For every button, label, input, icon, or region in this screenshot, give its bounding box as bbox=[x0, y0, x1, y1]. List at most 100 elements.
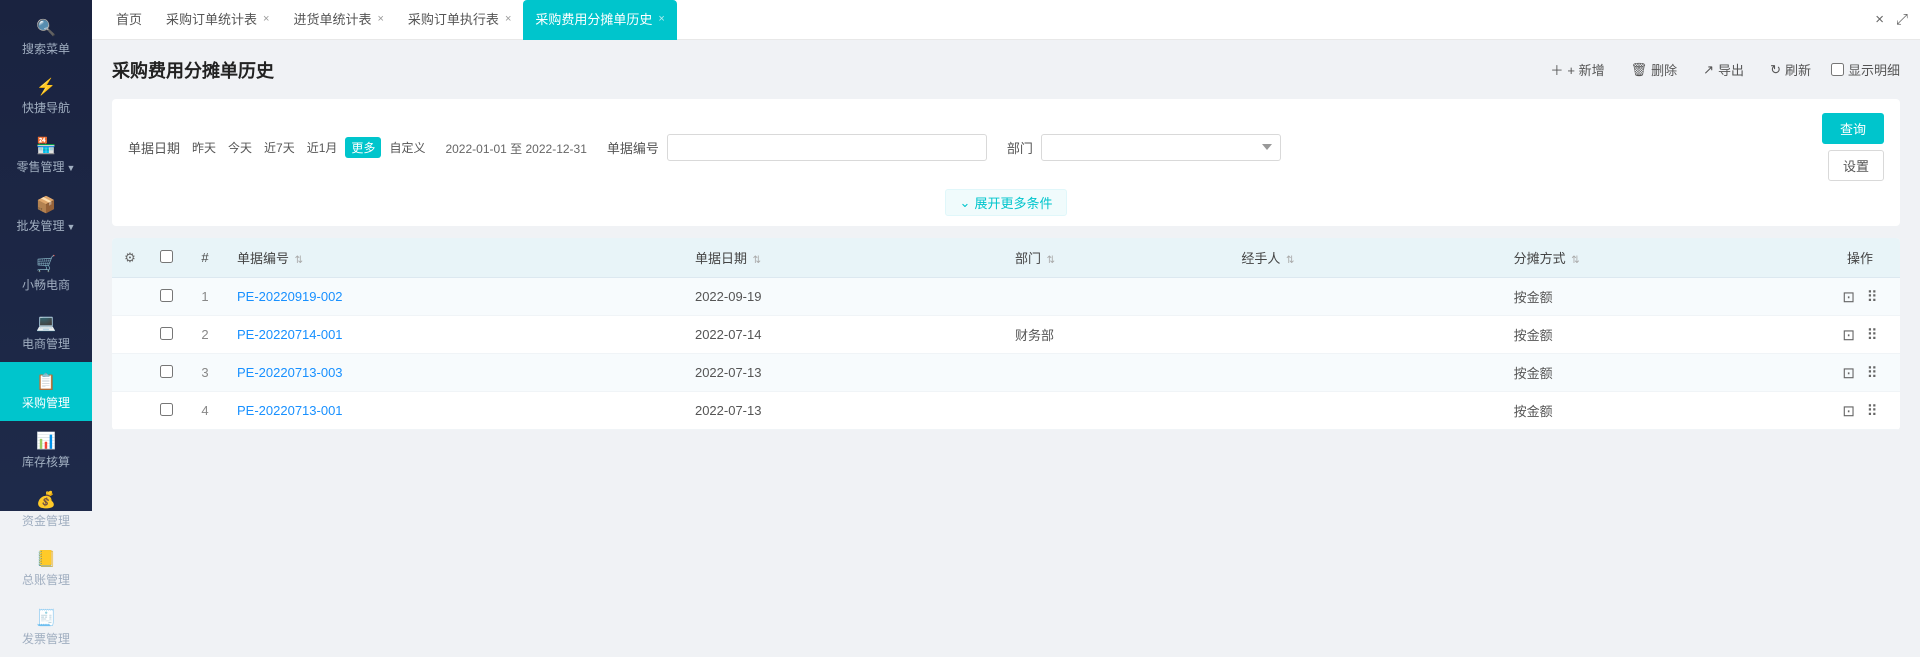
sidebar-item-purchase[interactable]: 📋 采购管理 bbox=[0, 362, 92, 421]
td-dept bbox=[1003, 278, 1229, 316]
doc-no-field: 单据编号 bbox=[607, 134, 987, 161]
more-icon[interactable]: ⠿ bbox=[1863, 325, 1882, 346]
th-doc-no[interactable]: 单据编号 ⇅ bbox=[225, 238, 683, 278]
tab-close-icon[interactable]: × bbox=[263, 13, 269, 25]
td-method: 按金额 bbox=[1502, 278, 1820, 316]
export-button[interactable]: ↗ 导出 bbox=[1697, 56, 1750, 83]
sidebar-item-label: 零售管理▼ bbox=[4, 158, 88, 175]
delete-button[interactable]: 🗑 删除 bbox=[1625, 56, 1684, 83]
doc-no-link[interactable]: PE-20220713-003 bbox=[237, 365, 343, 380]
th-operation: 操作 bbox=[1820, 238, 1900, 278]
row-checkbox[interactable] bbox=[160, 365, 173, 378]
sort-icon: ⇅ bbox=[1286, 255, 1294, 266]
table-row: 2 PE-20220714-001 2022-07-14 财务部 按金额 ⊡ ⠿ bbox=[112, 316, 1900, 354]
more-icon[interactable]: ⠿ bbox=[1863, 363, 1882, 384]
sidebar-item-label: 小畅电商 bbox=[4, 276, 88, 293]
more-icon[interactable]: ⠿ bbox=[1863, 401, 1882, 422]
retail-icon: 🏪 bbox=[4, 136, 88, 156]
date-btn-custom[interactable]: 自定义 bbox=[385, 137, 429, 158]
show-detail-checkbox[interactable]: 显示明细 bbox=[1831, 60, 1900, 79]
finance-icon: 💰 bbox=[4, 490, 88, 510]
th-method[interactable]: 分摊方式 ⇅ bbox=[1502, 238, 1820, 278]
doc-no-link[interactable]: PE-20220713-001 bbox=[237, 403, 343, 418]
table-row: 4 PE-20220713-001 2022-07-13 按金额 ⊡ ⠿ bbox=[112, 392, 1900, 430]
row-checkbox[interactable] bbox=[160, 327, 173, 340]
tab-close-icon[interactable]: × bbox=[377, 13, 383, 25]
sidebar-item-finance[interactable]: 💰 资金管理 bbox=[0, 480, 92, 539]
lightning-icon: ⚡ bbox=[4, 77, 88, 97]
tab-bar-controls: × ⤢ bbox=[1875, 11, 1908, 28]
td-op: ⊡ ⠿ bbox=[1820, 278, 1900, 316]
date-btn-yesterday[interactable]: 昨天 bbox=[188, 137, 220, 158]
refresh-button[interactable]: ↻ 刷新 bbox=[1764, 56, 1817, 83]
expand-more-button[interactable]: ⌄ 展开更多条件 bbox=[945, 189, 1068, 216]
view-icon[interactable]: ⊡ bbox=[1838, 363, 1859, 384]
dept-select[interactable] bbox=[1041, 134, 1281, 161]
table-body: 1 PE-20220919-002 2022-09-19 按金额 ⊡ ⠿ 2 P… bbox=[112, 278, 1900, 430]
sidebar-item-label: 搜索菜单 bbox=[4, 40, 88, 57]
close-window-icon[interactable]: × bbox=[1875, 11, 1884, 28]
tab-goods-stat[interactable]: 进货单统计表 × bbox=[281, 0, 395, 40]
sidebar-item-invoice[interactable]: 🧾 发票管理 bbox=[0, 598, 92, 657]
add-button[interactable]: ＋ + 新增 bbox=[1544, 56, 1610, 83]
th-dept[interactable]: 部门 ⇅ bbox=[1003, 238, 1229, 278]
sidebar-item-label: 总账管理 bbox=[4, 571, 88, 588]
tab-purchase-cost-history[interactable]: 采购费用分摊单历史 × bbox=[523, 0, 676, 40]
setting-button[interactable]: 设置 bbox=[1828, 150, 1884, 181]
maximize-icon[interactable]: ⤢ bbox=[1896, 11, 1908, 28]
tab-purchase-stat[interactable]: 采购订单统计表 × bbox=[154, 0, 281, 40]
date-btn-more[interactable]: 更多 bbox=[345, 137, 381, 158]
th-handler[interactable]: 经手人 ⇅ bbox=[1229, 238, 1501, 278]
sidebar-item-inventory[interactable]: 📊 库存核算 bbox=[0, 421, 92, 480]
sidebar-item-wholesale[interactable]: 📦 批发管理▼ bbox=[0, 185, 92, 244]
td-dept bbox=[1003, 392, 1229, 430]
td-method: 按金额 bbox=[1502, 316, 1820, 354]
more-icon[interactable]: ⠿ bbox=[1863, 287, 1882, 308]
tab-purchase-exec[interactable]: 采购订单执行表 × bbox=[396, 0, 523, 40]
date-btn-1month[interactable]: 近1月 bbox=[303, 137, 342, 158]
sidebar-item-retail[interactable]: 🏪 零售管理▼ bbox=[0, 126, 92, 185]
tab-close-icon[interactable]: × bbox=[505, 13, 511, 25]
sidebar-item-label: 采购管理 bbox=[4, 394, 88, 411]
sidebar-item-ecom-small[interactable]: 🛒 小畅电商 bbox=[0, 244, 92, 303]
row-checkbox[interactable] bbox=[160, 289, 173, 302]
ecom-icon: 💻 bbox=[4, 313, 88, 333]
expand-more-row: ⌄ 展开更多条件 bbox=[128, 189, 1884, 216]
td-checkbox[interactable] bbox=[148, 392, 185, 430]
table-settings-icon[interactable]: ⚙ bbox=[112, 238, 148, 278]
sidebar-item-ecom[interactable]: 💻 电商管理 bbox=[0, 303, 92, 362]
query-button[interactable]: 查询 bbox=[1822, 113, 1884, 144]
sort-icon: ⇅ bbox=[753, 255, 761, 266]
td-num: 4 bbox=[185, 392, 225, 430]
td-date: 2022-09-19 bbox=[683, 278, 1003, 316]
td-checkbox[interactable] bbox=[148, 316, 185, 354]
sidebar-item-ledger[interactable]: 📒 总账管理 bbox=[0, 539, 92, 598]
tab-close-active-icon[interactable]: × bbox=[658, 13, 664, 25]
doc-no-input[interactable] bbox=[667, 134, 987, 161]
tab-home[interactable]: 首页 bbox=[104, 0, 154, 40]
td-checkbox[interactable] bbox=[148, 278, 185, 316]
doc-no-link[interactable]: PE-20220714-001 bbox=[237, 327, 343, 342]
view-icon[interactable]: ⊡ bbox=[1838, 325, 1859, 346]
sidebar-item-quick-nav[interactable]: ⚡ 快捷导航 bbox=[0, 67, 92, 126]
action-bar: ＋ + 新增 🗑 删除 ↗ 导出 ↻ 刷新 显示明细 bbox=[1544, 56, 1900, 83]
sidebar-item-label: 库存核算 bbox=[4, 453, 88, 470]
view-icon[interactable]: ⊡ bbox=[1838, 287, 1859, 308]
th-num: # bbox=[185, 238, 225, 278]
td-doc-no: PE-20220919-002 bbox=[225, 278, 683, 316]
td-checkbox[interactable] bbox=[148, 354, 185, 392]
date-btn-7days[interactable]: 近7天 bbox=[260, 137, 299, 158]
sidebar-item-search[interactable]: 🔍 搜索菜单 bbox=[0, 8, 92, 67]
date-btn-today[interactable]: 今天 bbox=[224, 137, 256, 158]
select-all-checkbox[interactable] bbox=[160, 250, 173, 263]
show-detail-input[interactable] bbox=[1831, 63, 1844, 76]
table-row: 3 PE-20220713-003 2022-07-13 按金额 ⊡ ⠿ bbox=[112, 354, 1900, 392]
doc-no-link[interactable]: PE-20220919-002 bbox=[237, 289, 343, 304]
th-date[interactable]: 单据日期 ⇅ bbox=[683, 238, 1003, 278]
td-method: 按金额 bbox=[1502, 354, 1820, 392]
view-icon[interactable]: ⊡ bbox=[1838, 401, 1859, 422]
th-checkbox[interactable] bbox=[148, 238, 185, 278]
main-content: 首页 采购订单统计表 × 进货单统计表 × 采购订单执行表 × 采购费用分摊单历… bbox=[92, 0, 1920, 511]
sidebar: 🔍 搜索菜单 ⚡ 快捷导航 🏪 零售管理▼ 📦 批发管理▼ 🛒 小畅电商 💻 电… bbox=[0, 0, 92, 511]
row-checkbox[interactable] bbox=[160, 403, 173, 416]
